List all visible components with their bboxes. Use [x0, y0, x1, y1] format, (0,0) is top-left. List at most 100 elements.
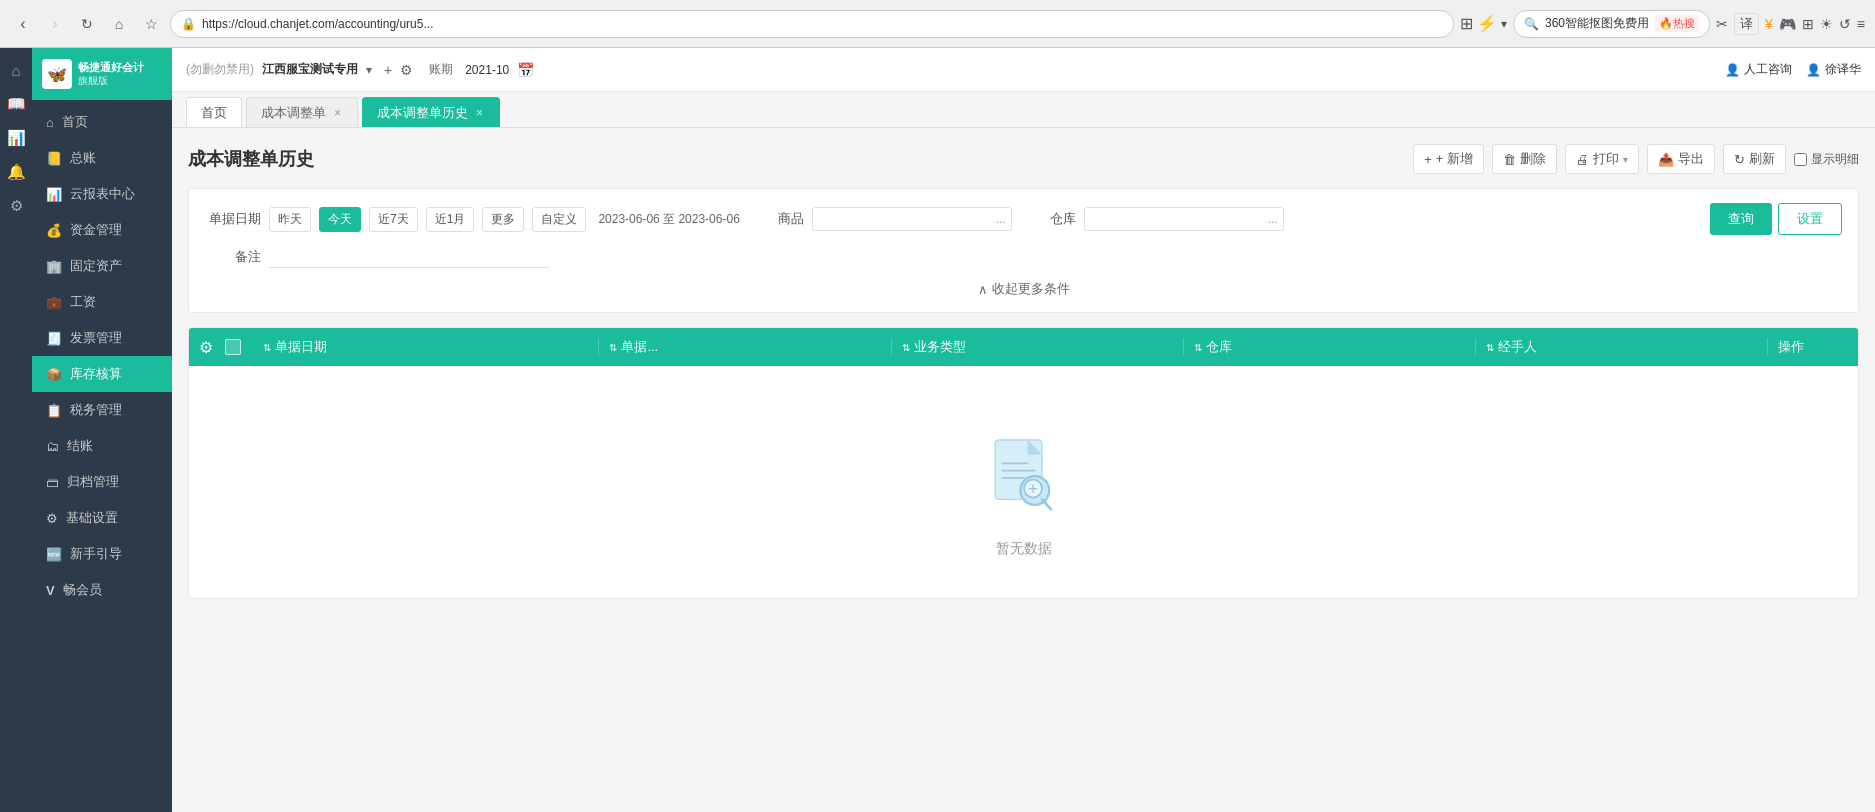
support-btn[interactable]: 👤 人工咨询 — [1725, 61, 1792, 78]
sidebar-item-invoice[interactable]: 🧾 发票管理 — [32, 320, 172, 356]
th-number-sort-icon: ⇅ — [609, 342, 617, 353]
sidebar-item-tax[interactable]: 📋 税务管理 — [32, 392, 172, 428]
sidebar-item-archive[interactable]: 🗃 归档管理 — [32, 464, 172, 500]
date-btn-month[interactable]: 近1月 — [426, 207, 475, 232]
delete-btn[interactable]: 🗑 删除 — [1492, 144, 1557, 174]
app-container: ⌂ 📖 📊 🔔 ⚙ 🦋 畅捷通好会计 旗舰版 ⌂ 首页 📒 总账 📊 — [0, 48, 1875, 812]
logo-icon: 🦋 — [42, 59, 72, 89]
print-btn[interactable]: 🖨 打印 ▾ — [1565, 144, 1639, 174]
sidebar-item-label: 总账 — [70, 149, 96, 167]
menu-icon[interactable]: ≡ — [1857, 16, 1865, 32]
sidebar-item-inventory[interactable]: 📦 库存核算 — [32, 356, 172, 392]
th-handler[interactable]: ⇅ 经手人 — [1476, 338, 1768, 356]
sidebar-item-label: 资金管理 — [70, 221, 122, 239]
back-button[interactable]: ‹ — [10, 11, 36, 37]
th-date[interactable]: ⇅ 单据日期 — [253, 338, 599, 356]
forward-button[interactable]: › — [42, 11, 68, 37]
date-btn-week[interactable]: 近7天 — [369, 207, 418, 232]
icon-bar-item-settings[interactable]: ⚙ — [2, 192, 30, 220]
th-date-sort-icon: ⇅ — [263, 342, 271, 353]
sidebar-item-fixed-assets[interactable]: 🏢 固定资产 — [32, 248, 172, 284]
goods-select-wrapper[interactable]: ... — [812, 207, 1012, 231]
date-btn-yesterday[interactable]: 昨天 — [269, 207, 311, 232]
user-btn[interactable]: 👤 徐译华 — [1806, 61, 1861, 78]
sidebar-item-home[interactable]: ⌂ 首页 — [32, 104, 172, 140]
reports-icon: 📊 — [46, 187, 62, 202]
sidebar-item-ledger[interactable]: 📒 总账 — [32, 140, 172, 176]
table-settings-icon[interactable]: ⚙ — [199, 338, 213, 357]
warehouse-input[interactable] — [1084, 207, 1284, 231]
settings-btn[interactable]: 设置 — [1778, 203, 1842, 235]
th-warehouse[interactable]: ⇅ 仓库 — [1184, 338, 1476, 356]
home-button[interactable]: ⌂ — [106, 11, 132, 37]
search-bar[interactable]: 🔍 360智能抠图免费用 🔥热搜 — [1513, 10, 1710, 38]
funds-icon: 💰 — [46, 223, 62, 238]
filter-collapse-btn[interactable]: ∧ 收起更多条件 — [205, 280, 1842, 298]
tab-home[interactable]: 首页 — [186, 97, 242, 127]
goods-input[interactable] — [812, 207, 1012, 231]
topbar-settings-icon[interactable]: ⚙ — [400, 62, 413, 78]
export-btn[interactable]: 📤 导出 — [1647, 144, 1715, 174]
coin-icon[interactable]: ¥ — [1765, 16, 1773, 32]
sidebar-item-funds[interactable]: 💰 资金管理 — [32, 212, 172, 248]
url-bar[interactable]: 🔒 https://cloud.chanjet.com/accounting/u… — [170, 10, 1454, 38]
date-btn-custom[interactable]: 自定义 — [532, 207, 586, 232]
date-btn-more[interactable]: 更多 — [482, 207, 524, 232]
dropdown-icon[interactable]: ▾ — [1501, 17, 1507, 31]
undo-icon[interactable]: ↺ — [1839, 16, 1851, 32]
scissor-icon[interactable]: ✂ — [1716, 16, 1728, 32]
sidebar-item-payroll[interactable]: 💼 工资 — [32, 284, 172, 320]
icon-bar-item-chart[interactable]: 📊 — [2, 124, 30, 152]
export-label: 导出 — [1678, 150, 1704, 168]
grid2-icon[interactable]: ⊞ — [1802, 16, 1814, 32]
refresh-btn[interactable]: ↻ 刷新 — [1723, 144, 1786, 174]
filter-date-group: 单据日期 昨天 今天 近7天 近1月 更多 自定义 2023-06-06 至 2… — [205, 207, 740, 232]
sidebar-item-label: 发票管理 — [70, 329, 122, 347]
print-dropdown[interactable]: ▾ — [1623, 154, 1628, 165]
logo-line2: 旗舰版 — [78, 74, 144, 88]
tab-cost-adjust-history-close[interactable]: × — [474, 106, 485, 120]
table-select-all-checkbox[interactable] — [225, 339, 241, 355]
show-columns-label: 显示明细 — [1811, 151, 1859, 168]
sidebar-item-settings[interactable]: ⚙ 基础设置 — [32, 500, 172, 536]
sidebar-item-guide[interactable]: 🆕 新手引导 — [32, 536, 172, 572]
remark-input[interactable] — [269, 245, 549, 268]
calendar-icon[interactable]: 📅 — [517, 62, 534, 78]
filter-date-label: 单据日期 — [205, 210, 261, 228]
collapse-label: 收起更多条件 — [992, 280, 1070, 298]
new-label: + 新增 — [1436, 150, 1473, 168]
sidebar-item-member[interactable]: V 畅会员 — [32, 572, 172, 608]
tab-cost-adjust-close[interactable]: × — [332, 106, 343, 120]
fixed-assets-icon: 🏢 — [46, 259, 62, 274]
th-number[interactable]: ⇅ 单据... — [599, 338, 891, 356]
new-btn[interactable]: + + 新增 — [1413, 144, 1484, 174]
game-icon[interactable]: 🎮 — [1779, 16, 1796, 32]
warehouse-select-wrapper[interactable]: ... — [1084, 207, 1284, 231]
sidebar-item-reports[interactable]: 📊 云报表中心 — [32, 176, 172, 212]
date-btn-today[interactable]: 今天 — [319, 207, 361, 232]
sun-icon[interactable]: ☀ — [1820, 16, 1833, 32]
refresh-button[interactable]: ↻ — [74, 11, 100, 37]
company-dropdown-icon[interactable]: ▾ — [366, 63, 372, 77]
tab-cost-adjust[interactable]: 成本调整单 × — [246, 97, 358, 127]
svg-line-7 — [1042, 499, 1051, 509]
star-button[interactable]: ☆ — [138, 11, 164, 37]
sidebar-item-label: 基础设置 — [66, 509, 118, 527]
show-columns-checkbox[interactable]: 显示明细 — [1794, 151, 1859, 168]
query-btn[interactable]: 查询 — [1710, 203, 1772, 235]
icon-bar-item-home[interactable]: ⌂ — [2, 56, 30, 84]
company-prefix: (勿删勿禁用) — [186, 61, 254, 78]
member-icon: V — [46, 583, 55, 598]
delete-icon: 🗑 — [1503, 152, 1516, 167]
th-type[interactable]: ⇅ 业务类型 — [892, 338, 1184, 356]
sidebar-item-closing[interactable]: 🗂 结账 — [32, 428, 172, 464]
show-columns-input[interactable] — [1794, 153, 1807, 166]
translate-icon[interactable]: 译 — [1734, 13, 1759, 35]
filter-section: 单据日期 昨天 今天 近7天 近1月 更多 自定义 2023-06-06 至 2… — [188, 188, 1859, 313]
logo-line1: 畅捷通好会计 — [78, 60, 144, 74]
add-company-btn[interactable]: + — [384, 62, 392, 78]
icon-bar-item-ledger[interactable]: 📖 — [2, 90, 30, 118]
filter-warehouse-group: 仓库 ... — [1048, 207, 1284, 231]
tab-cost-adjust-history[interactable]: 成本调整单历史 × — [362, 97, 500, 127]
icon-bar-item-notification[interactable]: 🔔 — [2, 158, 30, 186]
